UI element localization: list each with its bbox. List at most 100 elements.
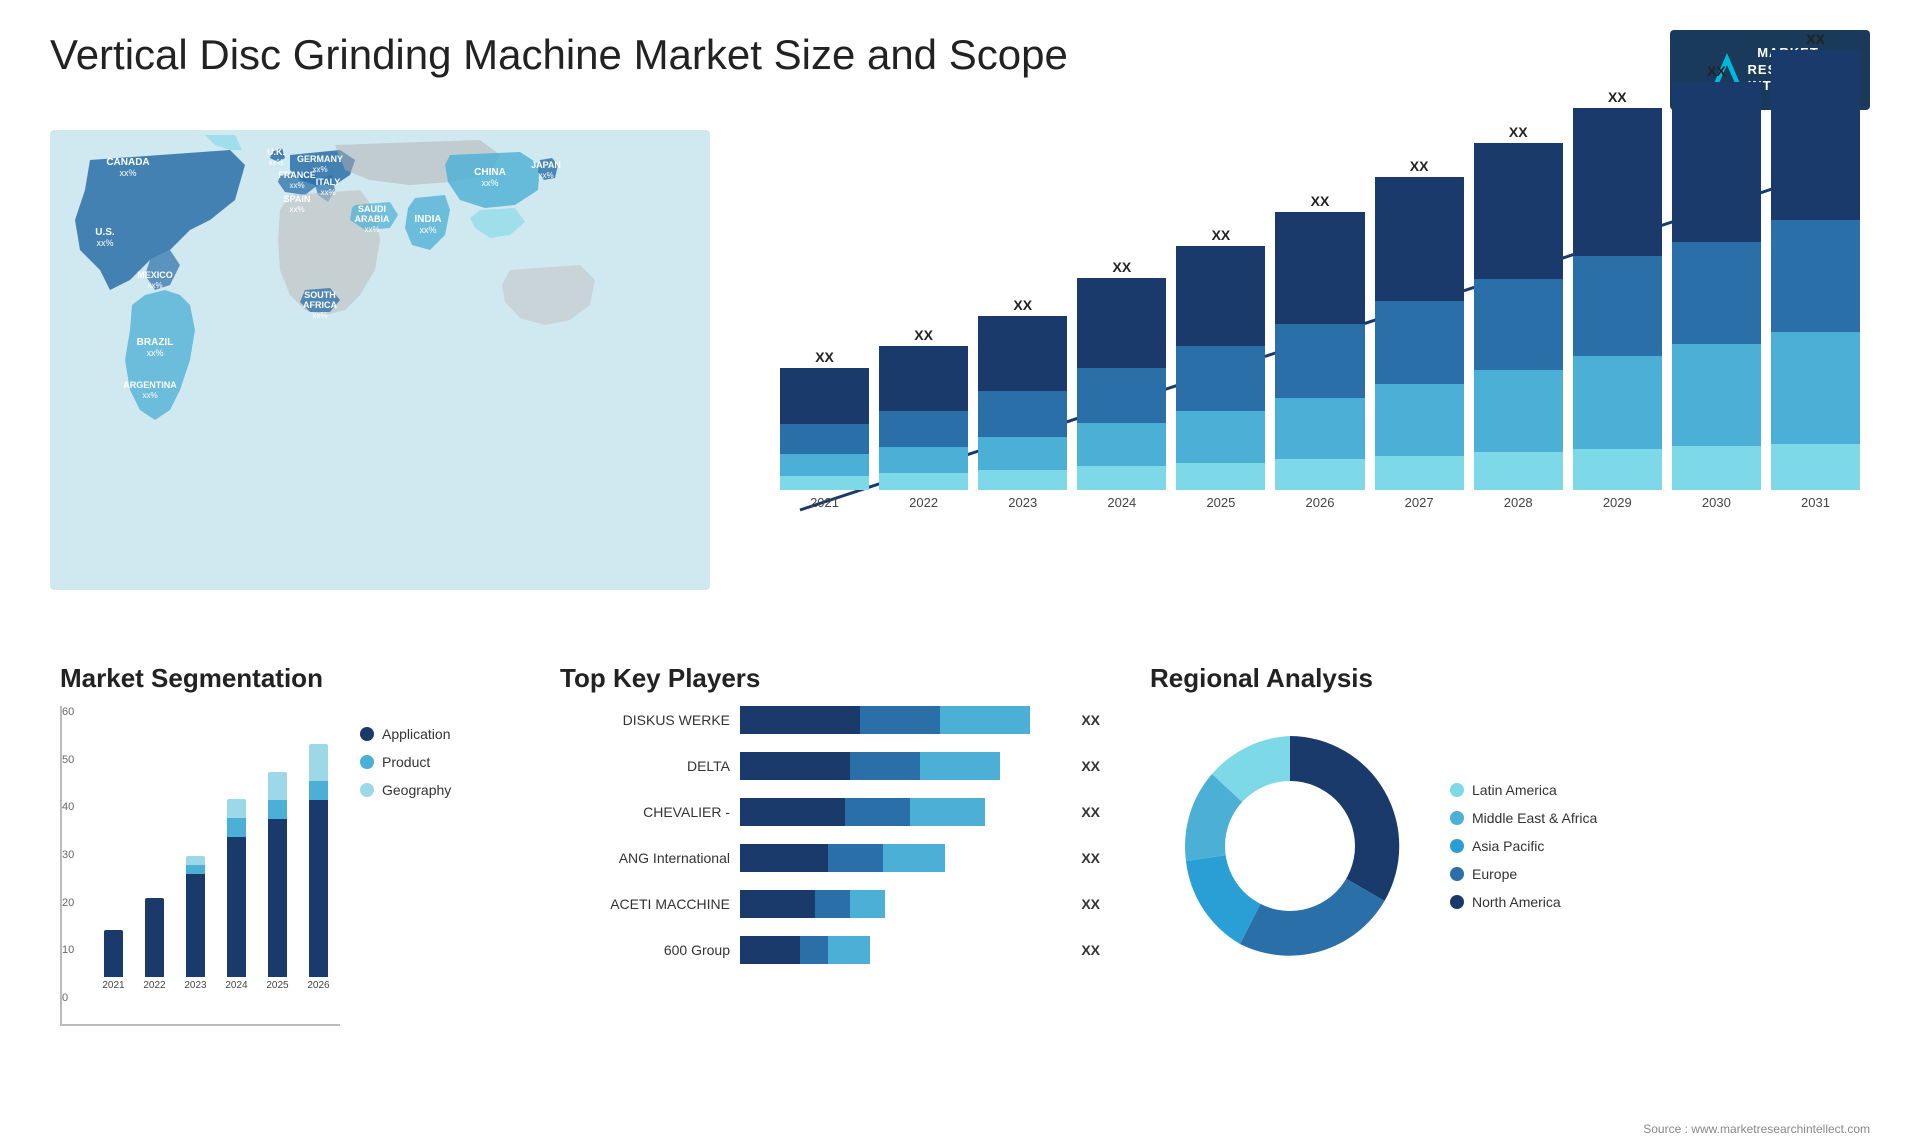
growth-bar-chart: XX 2021 XX [730, 120, 1890, 620]
player-bar-seg3 [850, 890, 885, 918]
regional-title: Regional Analysis [1150, 663, 1870, 694]
player-bar-seg2 [860, 706, 940, 734]
north-america-label: North America [1472, 894, 1561, 910]
player-bar-seg1 [740, 798, 845, 826]
key-players-section: Top Key Players DISKUS WERKE XX DELTA [530, 653, 1130, 1113]
svg-text:CHINA: CHINA [474, 167, 506, 178]
application-dot [360, 727, 374, 741]
legend-europe: Europe [1450, 866, 1597, 882]
player-bar-seg3 [910, 798, 985, 826]
player-aceti: ACETI MACCHINE XX [560, 890, 1100, 918]
regional-legend: Latin America Middle East & Africa Asia … [1450, 782, 1597, 910]
svg-text:ITALY: ITALY [316, 177, 341, 187]
player-name-600: 600 Group [560, 942, 730, 958]
svg-text:xx%: xx% [96, 238, 113, 248]
bar-2026: XX 2026 [1275, 130, 1364, 510]
svg-text:xx%: xx% [142, 391, 157, 400]
svg-text:xx%: xx% [481, 178, 498, 188]
middle-east-label: Middle East & Africa [1472, 810, 1597, 826]
legend-application: Application [360, 726, 451, 742]
geography-dot [360, 783, 374, 797]
player-delta: DELTA XX [560, 752, 1100, 780]
bar-2021: XX 2021 [780, 130, 869, 510]
player-val-aceti: XX [1081, 896, 1100, 912]
svg-text:xx%: xx% [538, 171, 553, 180]
europe-dot [1450, 867, 1464, 881]
svg-text:xx%: xx% [268, 158, 283, 167]
main-content: CANADA xx% U.S. xx% MEXICO xx% BRAZIL xx… [0, 120, 1920, 1136]
world-map-section: CANADA xx% U.S. xx% MEXICO xx% BRAZIL xx… [30, 120, 730, 620]
player-bar-seg3 [920, 752, 1000, 780]
page-header: Vertical Disc Grinding Machine Market Si… [0, 0, 1920, 120]
y-label-0: 0 [62, 992, 74, 1004]
geography-label: Geography [382, 782, 451, 798]
svg-text:xx%: xx% [119, 168, 136, 178]
y-label-40: 40 [62, 801, 74, 813]
bar-2024: XX 2024 [1077, 130, 1166, 510]
y-label-10: 10 [62, 944, 74, 956]
player-val-diskus: XX [1081, 712, 1100, 728]
player-bar-seg1 [740, 752, 850, 780]
bottom-row: Market Segmentation 60 50 40 30 20 10 0 [30, 653, 1890, 1113]
player-val-delta: XX [1081, 758, 1100, 774]
svg-text:xx%: xx% [312, 165, 327, 174]
player-bars-ang [740, 844, 1063, 872]
player-val-600: XX [1081, 942, 1100, 958]
player-bar-seg2 [850, 752, 920, 780]
svg-text:xx%: xx% [419, 225, 436, 235]
top-row: CANADA xx% U.S. xx% MEXICO xx% BRAZIL xx… [30, 120, 1890, 620]
player-bar-seg3 [940, 706, 1030, 734]
y-label-30: 30 [62, 849, 74, 861]
donut-container: Latin America Middle East & Africa Asia … [1150, 706, 1870, 986]
product-dot [360, 755, 374, 769]
svg-text:JAPAN: JAPAN [531, 160, 561, 170]
bar-2031: XX 2031 [1771, 130, 1860, 510]
player-bars-aceti [740, 890, 1063, 918]
y-label-20: 20 [62, 897, 74, 909]
world-map-svg: CANADA xx% U.S. xx% MEXICO xx% BRAZIL xx… [50, 130, 710, 590]
player-bars-chevalier [740, 798, 1063, 826]
bar-2025: XX 2025 [1176, 130, 1265, 510]
europe-label: Europe [1472, 866, 1517, 882]
latin-america-dot [1450, 783, 1464, 797]
svg-text:U.K.: U.K. [267, 147, 285, 157]
svg-text:U.S.: U.S. [95, 227, 115, 238]
latin-america-label: Latin America [1472, 782, 1557, 798]
player-bar-seg2 [828, 844, 883, 872]
player-val-ang: XX [1081, 850, 1100, 866]
svg-text:xx%: xx% [364, 225, 379, 234]
player-ang: ANG International XX [560, 844, 1100, 872]
svg-text:SPAIN: SPAIN [284, 194, 311, 204]
player-bar-seg1 [740, 844, 828, 872]
market-segmentation: Market Segmentation 60 50 40 30 20 10 0 [30, 653, 530, 1113]
y-label-50: 50 [62, 754, 74, 766]
player-name-ang: ANG International [560, 850, 730, 866]
legend-latin-america: Latin America [1450, 782, 1597, 798]
svg-text:SOUTH: SOUTH [304, 290, 336, 300]
bar-2027: XX 2027 [1375, 130, 1464, 510]
asia-pacific-label: Asia Pacific [1472, 838, 1544, 854]
player-name-delta: DELTA [560, 758, 730, 774]
player-name-chevalier: CHEVALIER - [560, 804, 730, 820]
seg-bar-2021: 2021 [97, 711, 130, 991]
svg-text:xx%: xx% [289, 181, 304, 190]
north-america-dot [1450, 895, 1464, 909]
donut-chart-svg [1150, 706, 1430, 986]
svg-text:INDIA: INDIA [414, 214, 441, 225]
player-bar-seg3 [828, 936, 870, 964]
svg-text:xx%: xx% [289, 205, 304, 214]
player-bars-delta [740, 752, 1063, 780]
source-citation: Source : www.marketresearchintellect.com [1643, 1122, 1870, 1136]
seg-bar-2026: 2026 [302, 711, 335, 991]
svg-text:xx%: xx% [312, 311, 327, 320]
page-title: Vertical Disc Grinding Machine Market Si… [50, 30, 1068, 80]
segmentation-legend: Application Product Geography [360, 706, 451, 818]
legend-middle-east: Middle East & Africa [1450, 810, 1597, 826]
player-600: 600 Group XX [560, 936, 1100, 964]
asia-pacific-dot [1450, 839, 1464, 853]
player-val-chevalier: XX [1081, 804, 1100, 820]
y-label-60: 60 [62, 706, 74, 718]
player-bars-diskus [740, 706, 1063, 734]
legend-product: Product [360, 754, 451, 770]
player-bars-600 [740, 936, 1063, 964]
